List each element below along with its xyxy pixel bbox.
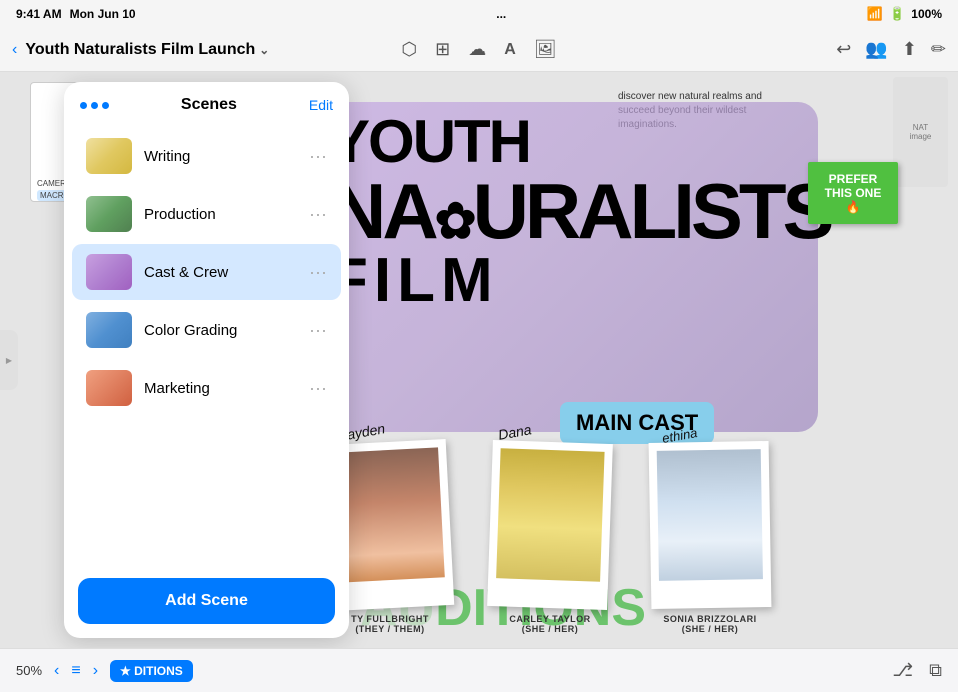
zoom-level[interactable]: 50%: [16, 663, 42, 678]
status-dots: ...: [496, 7, 506, 21]
polaroid-3: [649, 441, 772, 609]
scene-thumb-writing: [86, 138, 132, 174]
shape-icon[interactable]: ⬡: [401, 39, 417, 60]
scene-label-color-grading: Color Grading: [144, 322, 297, 339]
title-chevron: ⌄: [259, 43, 269, 57]
cast-name-2: CARLEY TAYLOR(SHE / HER): [509, 614, 590, 634]
cast-photo-1: [334, 447, 445, 582]
scene-thumb-marketing: [86, 370, 132, 406]
fullscreen-icon[interactable]: ⧉: [929, 660, 942, 681]
collaborators-icon[interactable]: 👥: [865, 39, 887, 60]
cast-row: Jayden TY FULLBRIGHT(THEY / THEM) Dana C…: [330, 442, 770, 634]
scene-label-writing: Writing: [144, 148, 297, 165]
scene-thumb-color-grading: [86, 312, 132, 348]
list-view-icon[interactable]: ≡: [71, 662, 80, 680]
cast-name-1: TY FULLBRIGHT(THEY / THEM): [351, 614, 429, 634]
bottom-left: 50% ‹ ≡ › ★ DITIONS: [16, 660, 193, 682]
scene-item-color-grading[interactable]: Color Grading ···: [72, 302, 341, 358]
scene-more-production[interactable]: ···: [309, 204, 327, 225]
share-icon[interactable]: ⬆: [902, 39, 917, 60]
cast-member-3: ethina SONIA BRIZZOLARI(SHE / HER): [650, 442, 770, 634]
back-button[interactable]: ‹: [12, 41, 17, 59]
scene-item-cast-crew[interactable]: Cast & Crew ···: [72, 244, 341, 300]
status-bar-right: 📶 🔋 100%: [867, 6, 942, 22]
add-scene-button[interactable]: Add Scene: [78, 578, 335, 624]
undo-icon[interactable]: ↩: [836, 39, 851, 60]
title-film: FILM: [330, 250, 831, 312]
scene-label-marketing: Marketing: [144, 380, 297, 397]
scene-label-production: Production: [144, 206, 297, 223]
panel-dot-3: [102, 102, 109, 109]
text-format-icon[interactable]: A: [504, 41, 516, 59]
cast-photo-2: [496, 448, 604, 582]
polaroid-2: [487, 440, 613, 610]
title-youth: YOUTH: [330, 112, 831, 172]
bottom-bar: 50% ‹ ≡ › ★ DITIONS ⎇ ⧉: [0, 648, 958, 692]
panel-dots[interactable]: [80, 102, 109, 109]
panel-title: Scenes: [181, 96, 237, 114]
panel-dot-2: [91, 102, 98, 109]
status-bar: 9:41 AM Mon Jun 10 ... 📶 🔋 100%: [0, 0, 958, 28]
hierarchy-icon[interactable]: ⎇: [892, 660, 913, 681]
cast-photo-3: [657, 449, 763, 581]
wifi-icon: 📶: [867, 6, 883, 22]
status-date: Mon Jun 10: [70, 7, 136, 21]
scene-list: Writing ··· Production ··· Cast & Crew ·…: [64, 122, 349, 568]
nav-bar: ‹ Youth Naturalists Film Launch ⌄ ⬡ ⊞ ☁ …: [0, 28, 958, 72]
scene-thumb-cast-crew: [86, 254, 132, 290]
cast-name-3: SONIA BRIZZOLARI(SHE / HER): [663, 614, 756, 634]
scene-more-cast-crew[interactable]: ···: [309, 262, 327, 283]
cast-member-2: Dana CARLEY TAYLOR(SHE / HER): [490, 442, 610, 634]
grid-icon[interactable]: ⊞: [435, 39, 450, 60]
right-edge-content: NATimage: [893, 77, 948, 187]
left-edge-handle[interactable]: ▶: [0, 330, 18, 390]
canvas-area[interactable]: PORTALGRAPHICS CAMERA: MACRO LENS STEADY…: [0, 72, 958, 648]
scene-item-production[interactable]: Production ···: [72, 186, 341, 242]
scene-more-color-grading[interactable]: ···: [309, 320, 327, 341]
scene-item-writing[interactable]: Writing ···: [72, 128, 341, 184]
scene-thumb-production: [86, 196, 132, 232]
main-cast-label: MAIN CAST: [560, 402, 714, 444]
image-icon[interactable]: 🖼: [534, 39, 557, 60]
edit-icon[interactable]: ✏: [931, 39, 946, 60]
scene-more-marketing[interactable]: ···: [309, 378, 327, 399]
status-bar-left: 9:41 AM Mon Jun 10: [16, 7, 136, 21]
status-time: 9:41 AM: [16, 7, 62, 21]
cloud-icon[interactable]: ☁: [468, 39, 486, 60]
main-title: YOUTH NA✿URALISTS FILM: [330, 112, 831, 312]
document-title[interactable]: Youth Naturalists Film Launch ⌄: [25, 41, 269, 59]
panel-edit-button[interactable]: Edit: [309, 97, 333, 113]
scene-label-cast-crew: Cast & Crew: [144, 264, 297, 281]
prefer-sticky-note: PREFER THIS ONE 🔥: [808, 162, 898, 224]
star-button[interactable]: ★ DITIONS: [110, 660, 193, 682]
nav-right-icons: ↩ 👥 ⬆ ✏: [836, 39, 946, 60]
title-naturalists: NA✿URALISTS: [330, 172, 831, 250]
battery-icon: 🔋: [889, 6, 905, 22]
back-page-button[interactable]: ‹: [54, 662, 59, 680]
status-bar-center: ...: [496, 7, 506, 21]
nav-center-icons: ⬡ ⊞ ☁ A 🖼: [401, 39, 556, 60]
scene-more-writing[interactable]: ···: [309, 146, 327, 167]
panel-dot-1: [80, 102, 87, 109]
battery-level: 100%: [911, 7, 942, 21]
bottom-right: ⎇ ⧉: [892, 660, 942, 681]
scenes-panel: Scenes Edit Writing ··· Production ··· C…: [64, 82, 349, 638]
panel-header: Scenes Edit: [64, 82, 349, 122]
forward-page-button[interactable]: ›: [93, 662, 98, 680]
back-chevron: ‹: [12, 41, 17, 59]
scene-item-marketing[interactable]: Marketing ···: [72, 360, 341, 416]
